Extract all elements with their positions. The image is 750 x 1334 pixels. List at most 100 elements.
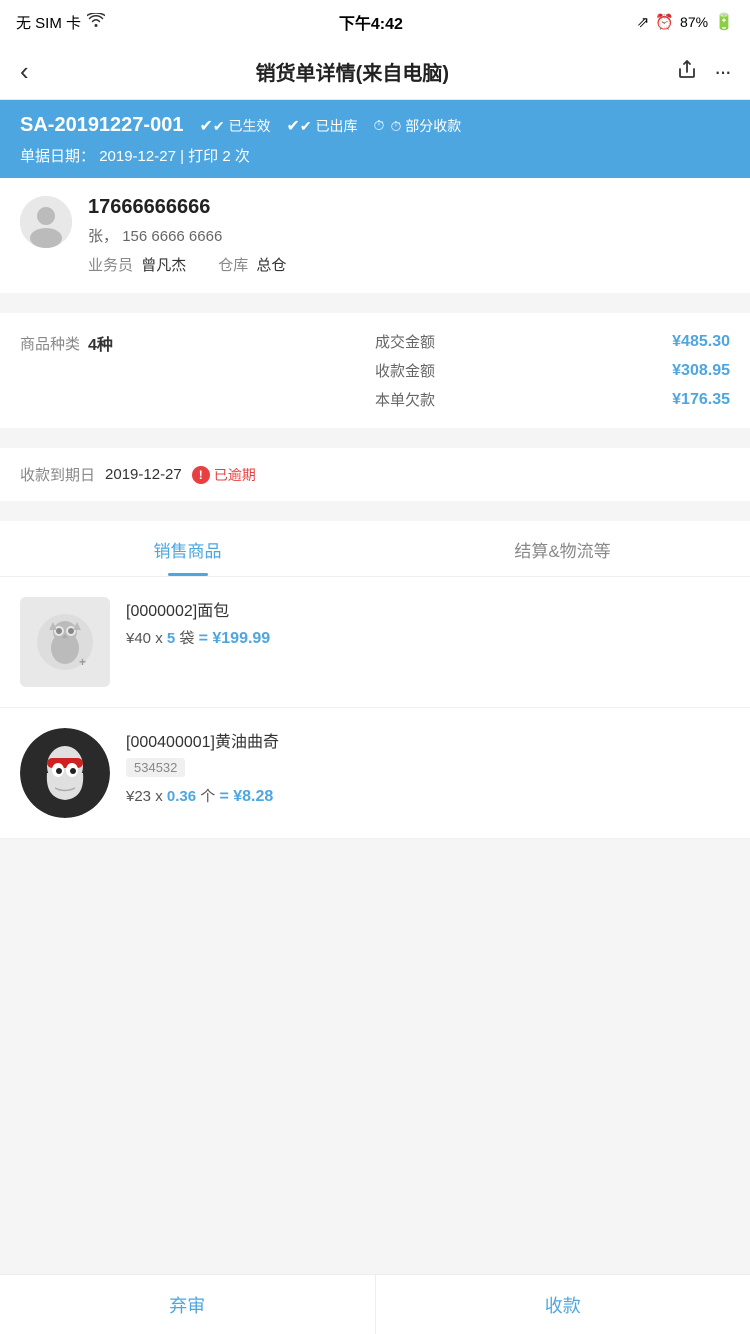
badge-partial-payment: ⏱ ⏱ 部分收款 bbox=[374, 116, 462, 136]
due-date: 2019-12-27 bbox=[105, 466, 182, 483]
salesperson-value: 曾凡杰 bbox=[141, 257, 186, 274]
product-tag-cookie: 534532 bbox=[126, 758, 185, 777]
carrier-text: 无 SIM 卡 bbox=[16, 12, 81, 33]
product-item-2: [000400001]黄油曲奇 534532 ¥23 x 0.36 个 = ¥8… bbox=[0, 708, 750, 839]
received-amount-row: 收款金额 ¥308.95 bbox=[375, 360, 730, 381]
deal-amount-label: 成交金额 bbox=[375, 331, 435, 352]
badge-dispatched: ✔ ✔ 已出库 bbox=[287, 116, 358, 136]
product-info-cookie: [000400001]黄油曲奇 534532 ¥23 x 0.36 个 = ¥8… bbox=[126, 728, 730, 806]
total-cookie: = ¥8.28 bbox=[219, 788, 273, 805]
product-thumbnail-bread: + bbox=[20, 597, 110, 687]
total-bread: = ¥199.99 bbox=[199, 630, 271, 647]
back-button[interactable]: ‹ bbox=[20, 56, 29, 87]
deal-amount-row: 成交金额 ¥485.30 bbox=[375, 331, 730, 352]
more-button[interactable]: ··· bbox=[714, 59, 730, 85]
product-item: + [0000002]面包 ¥40 x 5 袋 = ¥199.99 bbox=[0, 577, 750, 708]
owed-label: 本单欠款 bbox=[375, 389, 435, 410]
owed-amount-row: 本单欠款 ¥176.35 bbox=[375, 389, 730, 410]
status-time: 下午4:42 bbox=[339, 10, 403, 34]
bottom-bar: 弃审 收款 bbox=[0, 1274, 750, 1334]
due-section: 收款到期日 2019-12-27 ! 已逾期 bbox=[0, 448, 750, 501]
customer-section: 17666666666 张， 156 6666 6666 业务员 曾凡杰 仓库 … bbox=[0, 178, 750, 293]
product-price-cookie: ¥23 x 0.36 个 = ¥8.28 bbox=[126, 785, 730, 806]
warehouse-label: 仓库 bbox=[218, 257, 248, 274]
owed-value: ¥176.35 bbox=[672, 391, 730, 409]
tabs-section: 销售商品 结算&物流等 bbox=[0, 521, 750, 577]
warehouse-info: 仓库 总仓 bbox=[218, 254, 286, 275]
location-icon: ⇗ bbox=[637, 13, 650, 31]
date-value: 2019-12-27 bbox=[99, 148, 176, 165]
salesperson-label: 业务员 bbox=[88, 257, 133, 274]
status-left: 无 SIM 卡 bbox=[16, 12, 105, 33]
category-value: 4种 bbox=[88, 331, 113, 355]
tab-settle-label: 结算&物流等 bbox=[514, 542, 610, 561]
product-thumbnail-cookie bbox=[20, 728, 110, 818]
battery-text: 87% bbox=[680, 14, 708, 30]
product-name-bread: [0000002]面包 bbox=[126, 597, 730, 621]
order-id: SA-20191227-001 bbox=[20, 114, 183, 137]
print-info: | 打印 2 次 bbox=[180, 148, 250, 165]
clock-icon: ⏱ bbox=[374, 117, 385, 134]
tab-sales-label: 销售商品 bbox=[154, 542, 222, 561]
status-right: ⇗ ⏰ 87% 🔋 bbox=[637, 12, 734, 32]
share-button[interactable] bbox=[676, 58, 698, 86]
divider-3 bbox=[0, 511, 750, 521]
tab-settle[interactable]: 结算&物流等 bbox=[375, 521, 750, 576]
cancel-button[interactable]: 弃审 bbox=[0, 1275, 376, 1334]
products-section: + [0000002]面包 ¥40 x 5 袋 = ¥199.99 bbox=[0, 577, 750, 839]
customer-info: 17666666666 张， 156 6666 6666 业务员 曾凡杰 仓库 … bbox=[88, 196, 730, 275]
product-info-bread: [0000002]面包 ¥40 x 5 袋 = ¥199.99 bbox=[126, 597, 730, 648]
status-bar: 无 SIM 卡 下午4:42 ⇗ ⏰ 87% 🔋 bbox=[0, 0, 750, 44]
product-name-cookie: [000400001]黄油曲奇 bbox=[126, 728, 730, 752]
received-label: 收款金额 bbox=[375, 360, 435, 381]
overdue-badge: ! 已逾期 bbox=[192, 465, 256, 485]
stats-right: 成交金额 ¥485.30 收款金额 ¥308.95 本单欠款 ¥176.35 bbox=[375, 331, 730, 410]
alarm-icon: ⏰ bbox=[655, 13, 674, 31]
check-icon-2: ✔ bbox=[287, 116, 300, 136]
deal-amount-value: ¥485.30 bbox=[672, 333, 730, 351]
received-value: ¥308.95 bbox=[672, 362, 730, 380]
warehouse-value: 总仓 bbox=[256, 257, 286, 274]
unit-price-bread: ¥40 bbox=[126, 630, 151, 647]
overdue-text: 已逾期 bbox=[214, 465, 256, 485]
check-icon: ✔ bbox=[199, 116, 212, 136]
date-label: 单据日期： bbox=[20, 148, 95, 165]
banner-top: SA-20191227-001 ✔ ✔ 已生效 ✔ ✔ 已出库 ⏱ ⏱ 部分收款 bbox=[20, 114, 730, 137]
product-price-bread: ¥40 x 5 袋 = ¥199.99 bbox=[126, 627, 730, 648]
customer-id: 17666666666 bbox=[88, 196, 730, 219]
badge-effective: ✔ ✔ 已生效 bbox=[199, 116, 270, 136]
multiply-sign: x bbox=[155, 630, 167, 647]
category-label: 商品种类 bbox=[20, 333, 80, 354]
overdue-icon: ! bbox=[192, 466, 210, 484]
nav-bar: ‹ 销货单详情(来自电脑) ··· bbox=[0, 44, 750, 100]
tabs-header: 销售商品 结算&物流等 bbox=[0, 521, 750, 577]
tab-sales[interactable]: 销售商品 bbox=[0, 521, 375, 576]
avatar bbox=[20, 196, 72, 248]
divider-2 bbox=[0, 438, 750, 448]
confirm-button[interactable]: 收款 bbox=[376, 1275, 750, 1334]
bottom-spacer bbox=[0, 839, 750, 909]
svg-text:+: + bbox=[79, 655, 86, 669]
stats-section: 商品种类 4种 成交金额 ¥485.30 收款金额 ¥308.95 本单欠款 ¥… bbox=[0, 313, 750, 428]
header-banner: SA-20191227-001 ✔ ✔ 已生效 ✔ ✔ 已出库 ⏱ ⏱ 部分收款… bbox=[0, 100, 750, 178]
category-row: 商品种类 4种 bbox=[20, 331, 375, 355]
page-title: 销货单详情(来自电脑) bbox=[256, 57, 449, 86]
customer-phone: 张， 156 6666 6666 bbox=[88, 225, 730, 246]
unit-price-cookie: ¥23 bbox=[126, 788, 151, 805]
customer-phone-number: 156 6666 6666 bbox=[122, 228, 222, 245]
quantity-bread: 5 bbox=[167, 630, 175, 647]
divider-1 bbox=[0, 303, 750, 313]
unit-bread: 袋 bbox=[179, 630, 194, 647]
multiply-sign-2: x bbox=[155, 788, 167, 805]
stats-left: 商品种类 4种 bbox=[20, 331, 375, 410]
unit-cookie: 个 bbox=[200, 788, 215, 805]
battery-icon: 🔋 bbox=[714, 12, 734, 32]
banner-date: 单据日期： 2019-12-27 | 打印 2 次 bbox=[20, 145, 730, 166]
customer-meta: 业务员 曾凡杰 仓库 总仓 bbox=[88, 254, 730, 275]
due-label: 收款到期日 bbox=[20, 464, 95, 485]
salesperson-info: 业务员 曾凡杰 bbox=[88, 254, 186, 275]
nav-actions: ··· bbox=[676, 58, 730, 86]
wifi-icon bbox=[87, 13, 105, 31]
quantity-cookie: 0.36 bbox=[167, 788, 196, 805]
customer-name-text: 张 bbox=[88, 228, 103, 245]
